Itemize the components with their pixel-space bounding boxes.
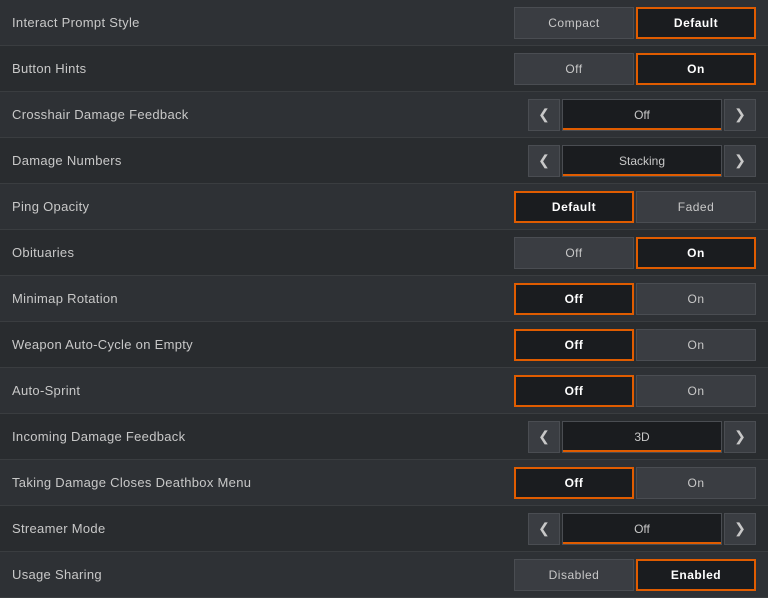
controls-taking-damage-closes-deathbox: OffOn	[514, 467, 756, 499]
slider-damage-numbers: ❮Stacking❯	[528, 145, 756, 177]
controls-button-hints: OffOn	[514, 53, 756, 85]
controls-damage-numbers: ❮Stacking❯	[528, 145, 756, 177]
value-incoming-damage-feedback: 3D	[562, 421, 722, 453]
btn-minimap-rotation-off[interactable]: Off	[514, 283, 634, 315]
btn-obituaries-on[interactable]: On	[636, 237, 756, 269]
controls-streamer-mode: ❮Off❯	[528, 513, 756, 545]
controls-obituaries: OffOn	[514, 237, 756, 269]
btn-usage-sharing-disabled[interactable]: Disabled	[514, 559, 634, 591]
value-damage-numbers: Stacking	[562, 145, 722, 177]
btn-auto-sprint-on[interactable]: On	[636, 375, 756, 407]
label-button-hints: Button Hints	[12, 61, 86, 76]
setting-row-damage-numbers: Damage Numbers ❮Stacking❯	[0, 138, 768, 184]
btn-weapon-auto-cycle-on[interactable]: On	[636, 329, 756, 361]
btn-taking-damage-closes-deathbox-off[interactable]: Off	[514, 467, 634, 499]
right-arrow-incoming-damage-feedback[interactable]: ❯	[724, 421, 756, 453]
controls-auto-sprint: OffOn	[514, 375, 756, 407]
controls-ping-opacity: DefaultFaded	[514, 191, 756, 223]
btn-interact-prompt-style-default[interactable]: Default	[636, 7, 756, 39]
label-damage-numbers: Damage Numbers	[12, 153, 122, 168]
label-streamer-mode: Streamer Mode	[12, 521, 106, 536]
controls-weapon-auto-cycle: OffOn	[514, 329, 756, 361]
btn-pair-interact-prompt-style: CompactDefault	[514, 7, 756, 39]
settings-panel: Interact Prompt StyleCompactDefaultButto…	[0, 0, 768, 598]
label-obituaries: Obituaries	[12, 245, 74, 260]
label-taking-damage-closes-deathbox: Taking Damage Closes Deathbox Menu	[12, 475, 251, 490]
setting-row-crosshair-damage-feedback: Crosshair Damage Feedback ❮Off❯	[0, 92, 768, 138]
label-usage-sharing: Usage Sharing	[12, 567, 102, 582]
btn-pair-usage-sharing: DisabledEnabled	[514, 559, 756, 591]
btn-ping-opacity-faded[interactable]: Faded	[636, 191, 756, 223]
setting-row-ping-opacity: Ping Opacity DefaultFaded	[0, 184, 768, 230]
btn-pair-button-hints: OffOn	[514, 53, 756, 85]
label-minimap-rotation: Minimap Rotation	[12, 291, 118, 306]
btn-pair-obituaries: OffOn	[514, 237, 756, 269]
btn-pair-taking-damage-closes-deathbox: OffOn	[514, 467, 756, 499]
right-arrow-crosshair-damage-feedback[interactable]: ❯	[724, 99, 756, 131]
btn-ping-opacity-default[interactable]: Default	[514, 191, 634, 223]
label-incoming-damage-feedback: Incoming Damage Feedback	[12, 429, 185, 444]
right-arrow-damage-numbers[interactable]: ❯	[724, 145, 756, 177]
btn-button-hints-on[interactable]: On	[636, 53, 756, 85]
btn-pair-weapon-auto-cycle: OffOn	[514, 329, 756, 361]
left-arrow-streamer-mode[interactable]: ❮	[528, 513, 560, 545]
controls-interact-prompt-style: CompactDefault	[514, 7, 756, 39]
label-crosshair-damage-feedback: Crosshair Damage Feedback	[12, 107, 189, 122]
label-weapon-auto-cycle: Weapon Auto-Cycle on Empty	[12, 337, 193, 352]
btn-pair-auto-sprint: OffOn	[514, 375, 756, 407]
setting-row-minimap-rotation: Minimap Rotation OffOn	[0, 276, 768, 322]
controls-crosshair-damage-feedback: ❮Off❯	[528, 99, 756, 131]
btn-taking-damage-closes-deathbox-on[interactable]: On	[636, 467, 756, 499]
btn-auto-sprint-off[interactable]: Off	[514, 375, 634, 407]
value-crosshair-damage-feedback: Off	[562, 99, 722, 131]
left-arrow-crosshair-damage-feedback[interactable]: ❮	[528, 99, 560, 131]
setting-row-interact-prompt-style: Interact Prompt Style CompactDefault	[0, 0, 768, 46]
label-interact-prompt-style: Interact Prompt Style	[12, 15, 140, 30]
left-arrow-incoming-damage-feedback[interactable]: ❮	[528, 421, 560, 453]
btn-button-hints-off[interactable]: Off	[514, 53, 634, 85]
btn-interact-prompt-style-compact[interactable]: Compact	[514, 7, 634, 39]
slider-crosshair-damage-feedback: ❮Off❯	[528, 99, 756, 131]
controls-incoming-damage-feedback: ❮3D❯	[528, 421, 756, 453]
label-ping-opacity: Ping Opacity	[12, 199, 89, 214]
label-auto-sprint: Auto-Sprint	[12, 383, 80, 398]
setting-row-streamer-mode: Streamer Mode ❮Off❯	[0, 506, 768, 552]
right-arrow-streamer-mode[interactable]: ❯	[724, 513, 756, 545]
controls-usage-sharing: DisabledEnabled	[514, 559, 756, 591]
btn-obituaries-off[interactable]: Off	[514, 237, 634, 269]
controls-minimap-rotation: OffOn	[514, 283, 756, 315]
setting-row-obituaries: Obituaries OffOn	[0, 230, 768, 276]
setting-row-incoming-damage-feedback: Incoming Damage Feedback ❮3D❯	[0, 414, 768, 460]
setting-row-button-hints: Button Hints OffOn	[0, 46, 768, 92]
setting-row-weapon-auto-cycle: Weapon Auto-Cycle on Empty OffOn	[0, 322, 768, 368]
btn-usage-sharing-enabled[interactable]: Enabled	[636, 559, 756, 591]
slider-streamer-mode: ❮Off❯	[528, 513, 756, 545]
left-arrow-damage-numbers[interactable]: ❮	[528, 145, 560, 177]
slider-incoming-damage-feedback: ❮3D❯	[528, 421, 756, 453]
btn-weapon-auto-cycle-off[interactable]: Off	[514, 329, 634, 361]
btn-minimap-rotation-on[interactable]: On	[636, 283, 756, 315]
setting-row-taking-damage-closes-deathbox: Taking Damage Closes Deathbox Menu OffOn	[0, 460, 768, 506]
setting-row-usage-sharing: Usage Sharing DisabledEnabled	[0, 552, 768, 598]
btn-pair-ping-opacity: DefaultFaded	[514, 191, 756, 223]
btn-pair-minimap-rotation: OffOn	[514, 283, 756, 315]
value-streamer-mode: Off	[562, 513, 722, 545]
setting-row-auto-sprint: Auto-Sprint OffOn	[0, 368, 768, 414]
